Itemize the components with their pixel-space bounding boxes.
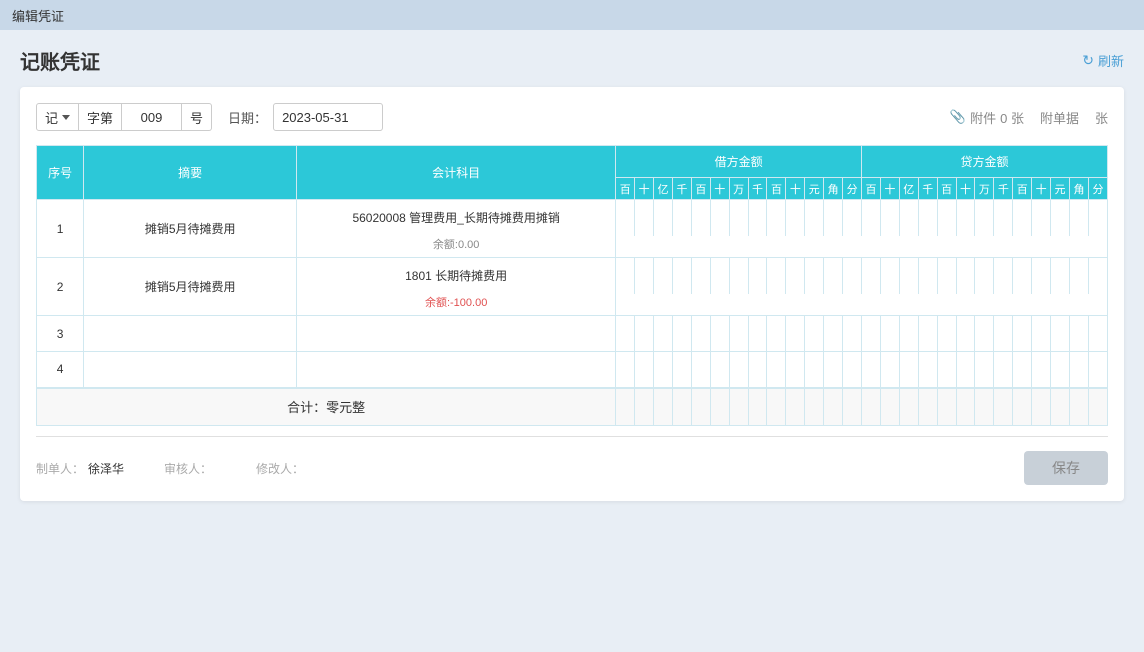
credit-char-11: 元 [1051,178,1070,200]
save-button[interactable]: 保存 [1024,451,1108,485]
row-seq-2: 2 [37,258,84,316]
page-header: 记账凭证 ↻ 刷新 [20,46,1124,75]
debit-char-9: 百 [767,178,786,200]
credit-char-3: 亿 [899,178,918,200]
clip-icon: 📎 [950,109,966,125]
col-header-seq: 序号 [37,146,84,200]
row-balance-2: 余额:-100.00 [297,294,616,316]
row-balance-1: 余额:0.00 [297,236,616,258]
row-seq-1: 1 [37,200,84,258]
attachment-label: 附件 [970,108,996,127]
debit-char-7: 万 [729,178,748,200]
voucher-type-group: 记 字第 号 [36,103,212,131]
row-summary-4[interactable] [84,352,297,388]
debit-char-5: 百 [691,178,710,200]
voucher-type-value: 记 [45,108,58,127]
row-subject-1[interactable]: 56020008 管理费用_长期待摊费用摊销 [297,200,616,236]
title-bar-label: 编辑凭证 [12,6,64,25]
sheets-unit: 张 [1095,108,1108,127]
credit-char-9: 百 [1013,178,1032,200]
col-header-subject: 会计科目 [297,146,616,200]
maker-group: 制单人： 徐泽华 [36,460,124,477]
chevron-down-icon [62,115,70,120]
total-row: 合计：零元整 [37,388,1108,426]
table-row-4[interactable]: 4 [37,352,1108,388]
maker-label: 制单人： [36,460,84,477]
table-row-2[interactable]: 2 摊销5月待摊费用 1801 长期待摊费用 [37,258,1108,294]
credit-char-5: 百 [937,178,956,200]
attach-single-area: 附单据 [1040,108,1079,127]
form-row: 记 字第 号 日期： 📎 附件 0 张 附单据 [36,103,1108,131]
total-text: 合计：零元整 [37,388,616,426]
row-subject-3[interactable] [297,316,616,352]
attachment-count: 0 张 [1000,108,1024,127]
reviewer-label: 审核人： [164,460,212,477]
credit-char-6: 十 [956,178,975,200]
zi-label: 字第 [79,103,122,131]
row-summary-2[interactable]: 摊销5月待摊费用 [84,258,297,316]
balance-text-2: 余额:-100.00 [425,297,487,309]
credit-char-10: 十 [1032,178,1051,200]
voucher-table: 序号 摘要 会计科目 借方金额 贷方金额 百 十 亿 千 百 十 万 [36,145,1108,426]
title-bar: 编辑凭证 [0,0,1144,30]
voucher-type-select[interactable]: 记 [36,103,79,131]
table-header-row-1: 序号 摘要 会计科目 借方金额 贷方金额 [37,146,1108,178]
refresh-icon: ↻ [1082,52,1094,69]
credit-char-8: 千 [994,178,1013,200]
attachment-area: 📎 附件 0 张 附单据 张 [950,108,1108,127]
debit-char-6: 十 [710,178,729,200]
refresh-button[interactable]: ↻ 刷新 [1082,51,1124,70]
debit-char-11: 元 [805,178,824,200]
debit-char-12: 角 [824,178,843,200]
credit-char-4: 千 [918,178,937,200]
credit-char-1: 百 [862,178,881,200]
attach-single-label: 附单据 [1040,108,1079,127]
credit-char-7: 万 [975,178,994,200]
row-subject-4[interactable] [297,352,616,388]
credit-char-13: 分 [1088,178,1107,200]
row-seq-4: 4 [37,352,84,388]
debit-char-2: 十 [635,178,654,200]
debit-char-3: 亿 [654,178,673,200]
date-label: 日期： [228,108,267,127]
voucher-card: 记 字第 号 日期： 📎 附件 0 张 附单据 [20,87,1124,501]
credit-char-2: 十 [880,178,899,200]
date-input[interactable] [273,103,383,131]
table-row-3[interactable]: 3 [37,316,1108,352]
debit-char-10: 十 [786,178,805,200]
col-header-debit: 借方金额 [616,146,862,178]
date-group: 日期： [228,103,383,131]
attachment-link[interactable]: 📎 附件 0 张 [950,108,1024,127]
table-row[interactable]: 1 摊销5月待摊费用 56020008 管理费用_长期待摊费用摊销 [37,200,1108,236]
credit-char-12: 角 [1069,178,1088,200]
row-summary-3[interactable] [84,316,297,352]
modifier-group: 修改人： [256,460,308,477]
main-content: 记账凭证 ↻ 刷新 记 字第 号 日期： [0,30,1144,652]
col-header-summary: 摘要 [84,146,297,200]
hao-label: 号 [182,103,212,131]
debit-char-1: 百 [616,178,635,200]
maker-value: 徐泽华 [88,460,124,477]
row-subject-2[interactable]: 1801 长期待摊费用 [297,258,616,294]
page-title: 记账凭证 [20,46,100,75]
refresh-label: 刷新 [1098,51,1124,70]
table-wrapper: 序号 摘要 会计科目 借方金额 贷方金额 百 十 亿 千 百 十 万 [36,145,1108,426]
footer-row: 制单人： 徐泽华 审核人： 修改人： 保存 [36,437,1108,485]
reviewer-group: 审核人： [164,460,216,477]
row-seq-3: 3 [37,316,84,352]
debit-char-4: 千 [672,178,691,200]
col-header-credit: 贷方金额 [862,146,1108,178]
row-summary-1[interactable]: 摊销5月待摊费用 [84,200,297,258]
modifier-label: 修改人： [256,460,304,477]
debit-char-8: 千 [748,178,767,200]
debit-char-13: 分 [843,178,862,200]
voucher-number-input[interactable] [122,103,182,131]
balance-text-1: 余额:0.00 [433,239,479,251]
